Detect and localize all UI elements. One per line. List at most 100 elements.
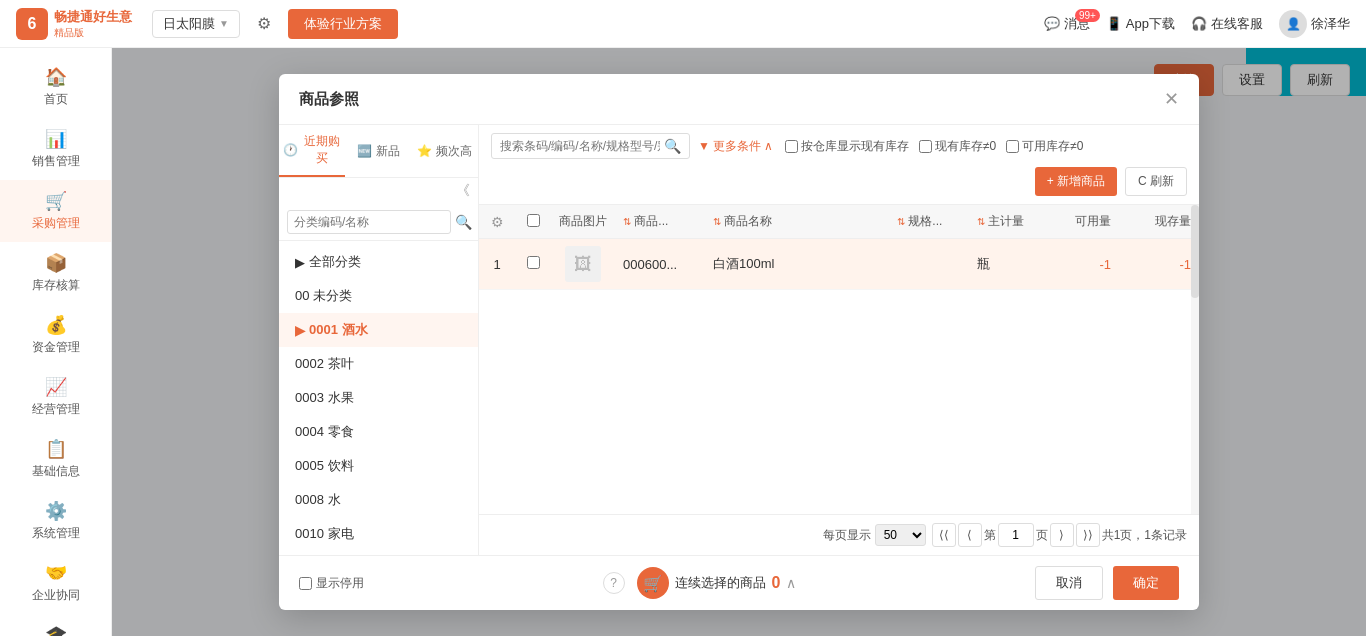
topbar: 6 畅捷通好生意 精品版 日太阳膜 ▼ ⚙ 体验行业方案 💬 消息 99+ 📱 … — [0, 0, 1366, 48]
table-row[interactable]: 1 🖼 000600... — [479, 239, 1199, 290]
tab-recent-purchase[interactable]: 🕐 近期购买 — [279, 125, 345, 177]
table-body: 1 🖼 000600... — [479, 239, 1199, 290]
confirm-button[interactable]: 确定 — [1113, 566, 1179, 600]
category-search-input[interactable] — [287, 210, 451, 234]
category-beverage[interactable]: 0005 饮料 — [279, 449, 478, 483]
sidebar: 🏠 首页 📊 销售管理 🛒 采购管理 📦 库存核算 💰 资金管理 📈 经营管理 … — [0, 48, 112, 636]
sidebar-item-operations[interactable]: 📈 经营管理 — [0, 366, 111, 428]
stock-ne0-filter-check[interactable]: 现有库存≠0 — [919, 138, 996, 155]
online-service-button[interactable]: 🎧 在线客服 — [1191, 15, 1263, 33]
trial-button[interactable]: 体验行业方案 — [288, 9, 398, 39]
tab-frequent-label: 频次高 — [436, 143, 472, 160]
product-table: ⚙ 商品图片 ⇅ 商品... ⇅ 商品名称 — [479, 205, 1199, 290]
product-search-icon[interactable]: 🔍 — [664, 138, 681, 154]
category-uncategorized[interactable]: 00 未分类 — [279, 279, 478, 313]
messages-button[interactable]: 💬 消息 99+ — [1044, 15, 1090, 33]
refresh-button[interactable]: C 刷新 — [1125, 167, 1187, 196]
modal-overlay: 商品参照 ✕ 🕐 近期购买 🆕 — [112, 48, 1366, 636]
cart-collapse-icon[interactable]: ∧ — [786, 575, 796, 591]
table-settings-icon[interactable]: ⚙ — [491, 214, 504, 230]
category-all[interactable]: ▶ 全部分类 — [279, 245, 478, 279]
tab-new-products[interactable]: 🆕 新品 — [345, 125, 411, 177]
modal-close-button[interactable]: ✕ — [1164, 88, 1179, 110]
star-icon: ⭐ — [417, 144, 432, 158]
show-disabled-check[interactable]: 显示停用 — [299, 575, 364, 592]
more-filter-button[interactable]: ▼ 更多条件 ∧ — [698, 138, 773, 155]
tab-recent-label: 近期购买 — [302, 133, 341, 167]
cancel-button[interactable]: 取消 — [1035, 566, 1103, 600]
row-num: 1 — [479, 239, 515, 290]
scrollbar-thumb[interactable] — [1191, 205, 1199, 298]
product-image: 🖼 — [565, 246, 601, 282]
row-unit-cell: 瓶 — [969, 239, 1039, 290]
sidebar-item-inventory[interactable]: 📦 库存核算 — [0, 242, 111, 304]
cart-button[interactable]: 🛒 — [637, 567, 669, 599]
sidebar-item-purchase[interactable]: 🛒 采购管理 — [0, 180, 111, 242]
category-appliance[interactable]: 0010 家电 — [279, 517, 478, 551]
main-layout: 🏠 首页 📊 销售管理 🛒 采购管理 📦 库存核算 💰 资金管理 📈 经营管理 … — [0, 48, 1366, 636]
avail-ne0-filter-label: 可用库存≠0 — [1022, 138, 1083, 155]
help-icon[interactable]: ? — [603, 572, 625, 594]
col-unit-sort-icon: ⇅ — [977, 216, 985, 227]
sidebar-basics-label: 基础信息 — [32, 463, 80, 480]
row-unit: 瓶 — [977, 256, 990, 271]
page-number-input[interactable] — [998, 523, 1034, 547]
avail-ne0-checkbox[interactable] — [1006, 140, 1019, 153]
user-menu[interactable]: 👤 徐泽华 — [1279, 10, 1350, 38]
avail-ne0-filter-check[interactable]: 可用库存≠0 — [1006, 138, 1083, 155]
add-product-button[interactable]: + 新增商品 — [1035, 167, 1117, 196]
logo-sub: 精品版 — [54, 26, 132, 40]
sidebar-item-enterprise[interactable]: 🤝 企业协同 — [0, 552, 111, 614]
col-checkbox — [515, 205, 551, 239]
category-water[interactable]: 0008 水 — [279, 483, 478, 517]
category-tea-label: 0002 茶叶 — [295, 355, 354, 373]
row-name: 白酒100ml — [713, 256, 774, 271]
product-table-wrap: ⚙ 商品图片 ⇅ 商品... ⇅ 商品名称 — [479, 205, 1199, 514]
sidebar-item-basics[interactable]: 📋 基础信息 — [0, 428, 111, 490]
footer-center: ? 🛒 连续选择的商品 0 ∧ — [376, 567, 1023, 599]
category-liquor[interactable]: ▶ 0001 酒水 — [279, 313, 478, 347]
modal-right-panel: 🔍 ▼ 更多条件 ∧ 按仓库显示现有库存 — [479, 125, 1199, 555]
operations-icon: 📈 — [45, 376, 67, 398]
filter-chevron: ∧ — [764, 139, 773, 153]
category-search: 🔍 — [279, 204, 478, 241]
tab-frequent[interactable]: ⭐ 频次高 — [412, 125, 478, 177]
show-disabled-label: 显示停用 — [316, 575, 364, 592]
category-all-label: 全部分类 — [309, 253, 361, 271]
app-download-button[interactable]: 📱 App下载 — [1106, 15, 1175, 33]
warehouse-checkbox[interactable] — [785, 140, 798, 153]
category-search-icon[interactable]: 🔍 — [455, 214, 472, 230]
page-last-button[interactable]: ⟩⟩ — [1076, 523, 1100, 547]
page-size-select[interactable]: 50 100 200 — [875, 524, 926, 546]
warehouse-filter-check[interactable]: 按仓库显示现有库存 — [785, 138, 909, 155]
sidebar-purchase-label: 采购管理 — [32, 215, 80, 232]
sidebar-item-system[interactable]: ⚙️ 系统管理 — [0, 490, 111, 552]
logo-icon: 6 — [16, 8, 48, 40]
category-list: ▶ 全部分类 00 未分类 ▶ 0001 酒水 0002 茶 — [279, 241, 478, 555]
modal-left-panel: 🕐 近期购买 🆕 新品 ⭐ 频次高 — [279, 125, 479, 555]
page-first-button[interactable]: ⟨⟨ — [932, 523, 956, 547]
stock-ne0-checkbox[interactable] — [919, 140, 932, 153]
modal-footer: 显示停用 ? 🛒 连续选择的商品 0 ∧ 取消 确定 — [279, 555, 1199, 610]
page-next-button[interactable]: ⟩ — [1050, 523, 1074, 547]
app-selector[interactable]: 日太阳膜 ▼ — [152, 10, 240, 38]
sidebar-item-guide[interactable]: 🎓 新手引导 — [0, 614, 111, 636]
col-name-header: ⇅ 商品名称 — [705, 205, 889, 239]
settings-icon[interactable]: ⚙ — [248, 8, 280, 40]
product-search-input[interactable] — [500, 139, 660, 153]
sidebar-item-home[interactable]: 🏠 首页 — [0, 56, 111, 118]
collapse-left-button[interactable]: 《 — [456, 182, 470, 200]
select-all-checkbox[interactable] — [527, 214, 540, 227]
app-download-label: App下载 — [1126, 15, 1175, 33]
sidebar-item-finance[interactable]: 💰 资金管理 — [0, 304, 111, 366]
stock-ne0-filter-label: 现有库存≠0 — [935, 138, 996, 155]
category-tea[interactable]: 0002 茶叶 — [279, 347, 478, 381]
category-fruit[interactable]: 0003 水果 — [279, 381, 478, 415]
category-snack[interactable]: 0004 零食 — [279, 415, 478, 449]
sidebar-inventory-label: 库存核算 — [32, 277, 80, 294]
page-prev-button[interactable]: ⟨ — [958, 523, 982, 547]
row-checkbox[interactable] — [527, 256, 540, 269]
show-disabled-checkbox[interactable] — [299, 577, 312, 590]
sidebar-item-sales[interactable]: 📊 销售管理 — [0, 118, 111, 180]
category-appliance-label: 0010 家电 — [295, 525, 354, 543]
